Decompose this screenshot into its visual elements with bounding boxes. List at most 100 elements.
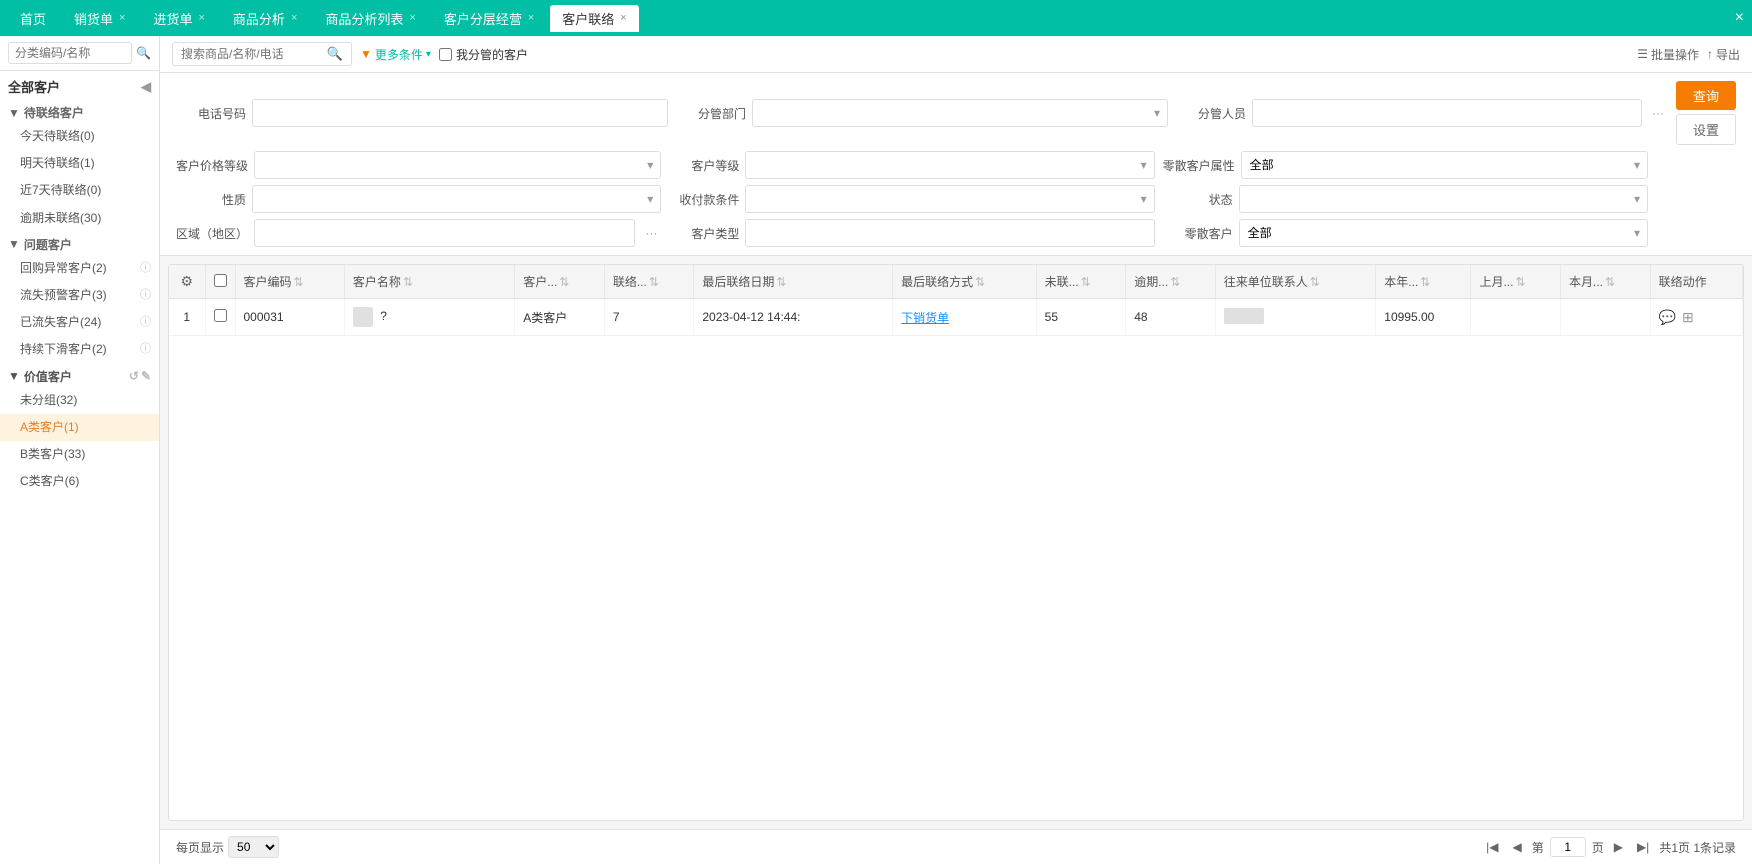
filter-retail-customer-select[interactable]: 全部 [1239, 219, 1648, 247]
select-all-checkbox[interactable] [214, 274, 227, 287]
filter-phone-input[interactable] [252, 99, 668, 127]
filter-person-dots[interactable]: ··· [1648, 106, 1668, 120]
filter-retail-attr: 零散客户属性 全部 [1163, 151, 1648, 179]
filter-person-label: 分管人员 [1176, 105, 1246, 122]
batch-op-btn[interactable]: ☰ 批量操作 [1637, 46, 1699, 63]
more-filter-btn[interactable]: ▼ 更多条件 ▾ [360, 46, 431, 63]
per-page-select[interactable]: 50 100 200 [228, 836, 279, 858]
sidebar-search-input[interactable] [8, 42, 132, 64]
sidebar-item-churn-warning[interactable]: 流失预警客户(3) ⓘ [0, 282, 159, 309]
col-header-contact-count[interactable]: 联络...⇅ [604, 265, 694, 299]
nav-customer-manage-close[interactable]: × [528, 12, 534, 24]
sidebar-item-declining[interactable]: 持续下滑客户(2) ⓘ [0, 336, 159, 363]
col-header-overdue[interactable]: 逾期...⇅ [1126, 265, 1216, 299]
sidebar-item-today-pending[interactable]: 今天待联络(0) [0, 123, 159, 150]
filter-payment-select[interactable] [745, 185, 1154, 213]
sidebar-item-churned[interactable]: 已流失客户(24) ⓘ [0, 309, 159, 336]
settings-button[interactable]: 设置 [1676, 114, 1736, 145]
sidebar-group-value-label: 价值客户 [24, 368, 72, 385]
gear-icon[interactable]: ⚙ [180, 273, 193, 289]
sidebar-item-ungrouped[interactable]: 未分组(32) [0, 387, 159, 414]
search-input[interactable] [181, 47, 323, 61]
col-header-last-method[interactable]: 最后联络方式⇅ [893, 265, 1037, 299]
nav-analysis-close[interactable]: × [291, 12, 297, 24]
sidebar-group-pending[interactable]: ▼ 待联络客户 [0, 100, 159, 123]
sort-icon-overdue: ⇅ [1170, 275, 1180, 289]
nav-item-analysis-list[interactable]: 商品分析列表 × [313, 5, 427, 32]
col-header-no-contact[interactable]: 未联...⇅ [1036, 265, 1126, 299]
sidebar-item-7days-pending[interactable]: 近7天待联络(0) [0, 177, 159, 204]
edit-icon[interactable]: ✎ [141, 369, 151, 383]
sidebar-item-class-b[interactable]: B类客户(33) [0, 441, 159, 468]
col-header-name[interactable]: 客户名称⇅ [344, 265, 514, 299]
col-level-label: 客户... [523, 273, 557, 290]
filter-nature: 性质 [176, 185, 661, 213]
filter-retail-attr-select[interactable]: 全部 [1241, 151, 1648, 179]
filter-region-input[interactable] [254, 219, 635, 247]
main-content: 🔍 ▼ 更多条件 ▾ 我分管的客户 ☰ 批量操作 ↑ 导出 [160, 36, 1752, 864]
col-header-company-contacts[interactable]: 往来单位联系人⇅ [1215, 265, 1376, 299]
sidebar-group-value[interactable]: ▼ 价值客户 ↺ ✎ [0, 364, 159, 387]
search-icon[interactable]: 🔍 [327, 46, 343, 62]
sidebar-item-repurchase-abnormal[interactable]: 回购异常客户(2) ⓘ [0, 255, 159, 282]
nav-item-sales[interactable]: 销货单 × [62, 5, 137, 32]
export-btn[interactable]: ↑ 导出 [1707, 46, 1740, 63]
prev-page-btn[interactable]: ◀ [1508, 838, 1525, 856]
last-page-btn[interactable]: ▶| [1633, 838, 1653, 856]
last-method-link[interactable]: 下销货单 [901, 311, 949, 325]
qr-icon[interactable]: ⊞ [1682, 309, 1694, 326]
sidebar-item-class-c[interactable]: C类客户(6) [0, 468, 159, 495]
col-header-last-month[interactable]: 上月...⇅ [1471, 265, 1561, 299]
sidebar-search-icon[interactable]: 🔍 [136, 46, 151, 60]
next-page-btn[interactable]: ▶ [1610, 838, 1627, 856]
sidebar-collapse-icon[interactable]: ◀ [141, 79, 151, 95]
col-header-level[interactable]: 客户...⇅ [515, 265, 605, 299]
sidebar-item-overdue-contact[interactable]: 逾期未联络(30) [0, 205, 159, 232]
my-customers-checkbox-label[interactable]: 我分管的客户 [439, 46, 528, 63]
filter-row-3: 性质 收付款条件 状态 [176, 185, 1736, 213]
close-all-tabs[interactable]: × [1735, 9, 1744, 27]
page-input[interactable] [1550, 837, 1586, 857]
sidebar-group-problem[interactable]: ▼ 问题客户 [0, 232, 159, 255]
filter-nature-select[interactable] [252, 185, 661, 213]
toolbar-right: ☰ 批量操作 ↑ 导出 [1637, 46, 1740, 63]
filter-dept-select[interactable] [752, 99, 1168, 127]
refresh-icon[interactable]: ↺ [129, 369, 139, 383]
nav-analysis-list-close[interactable]: × [409, 12, 415, 24]
nav-item-purchase[interactable]: 进货单 × [141, 5, 216, 32]
filter-price-level: 客户价格等级 [176, 151, 661, 179]
filter-person-input[interactable] [1252, 99, 1642, 127]
filter-status-select[interactable] [1239, 185, 1648, 213]
nav-item-analysis[interactable]: 商品分析 × [221, 5, 309, 32]
total-records-label: 共1页 1条记录 [1659, 839, 1736, 856]
col-header-this-year[interactable]: 本年...⇅ [1376, 265, 1471, 299]
filter-region-dots[interactable]: ··· [641, 226, 661, 240]
filter-customer-level-select[interactable] [745, 151, 1154, 179]
first-page-btn[interactable]: |◀ [1482, 838, 1502, 856]
message-icon[interactable]: 💬 [1659, 309, 1676, 326]
nav-item-customer-manage[interactable]: 客户分层经营 × [432, 5, 546, 32]
nav-customer-contact-close[interactable]: × [620, 12, 626, 24]
nav-purchase-close[interactable]: × [198, 12, 204, 24]
nav-sales-close[interactable]: × [119, 12, 125, 24]
filter-payment: 收付款条件 [669, 185, 1154, 213]
filter-customer-type-input[interactable] [745, 219, 1154, 247]
nav-item-home[interactable]: 首页 [8, 5, 58, 32]
sidebar-item-class-a[interactable]: A类客户(1) [0, 414, 159, 441]
query-button[interactable]: 查询 [1676, 81, 1736, 110]
filter-payment-label: 收付款条件 [669, 191, 739, 208]
col-header-code[interactable]: 客户编码⇅ [235, 265, 344, 299]
my-customers-checkbox[interactable] [439, 48, 452, 61]
col-header-this-month[interactable]: 本月...⇅ [1561, 265, 1651, 299]
col-header-last-date[interactable]: 最后联络日期⇅ [694, 265, 893, 299]
col-company-contacts-label: 往来单位联系人 [1224, 273, 1308, 290]
nav-item-customer-contact[interactable]: 客户联络 × [550, 5, 638, 32]
filter-price-level-select[interactable] [254, 151, 661, 179]
nav-customer-contact-label: 客户联络 [562, 9, 614, 28]
filter-phone: 电话号码 [176, 99, 668, 127]
row-checkbox[interactable] [214, 309, 227, 322]
export-label: 导出 [1716, 46, 1740, 63]
table-footer: 每页显示 50 100 200 |◀ ◀ 第 页 ▶ ▶| 共1页 1条记录 [160, 829, 1752, 864]
col-this-month-label: 本月... [1569, 273, 1603, 290]
sidebar-item-tomorrow-pending[interactable]: 明天待联络(1) [0, 150, 159, 177]
